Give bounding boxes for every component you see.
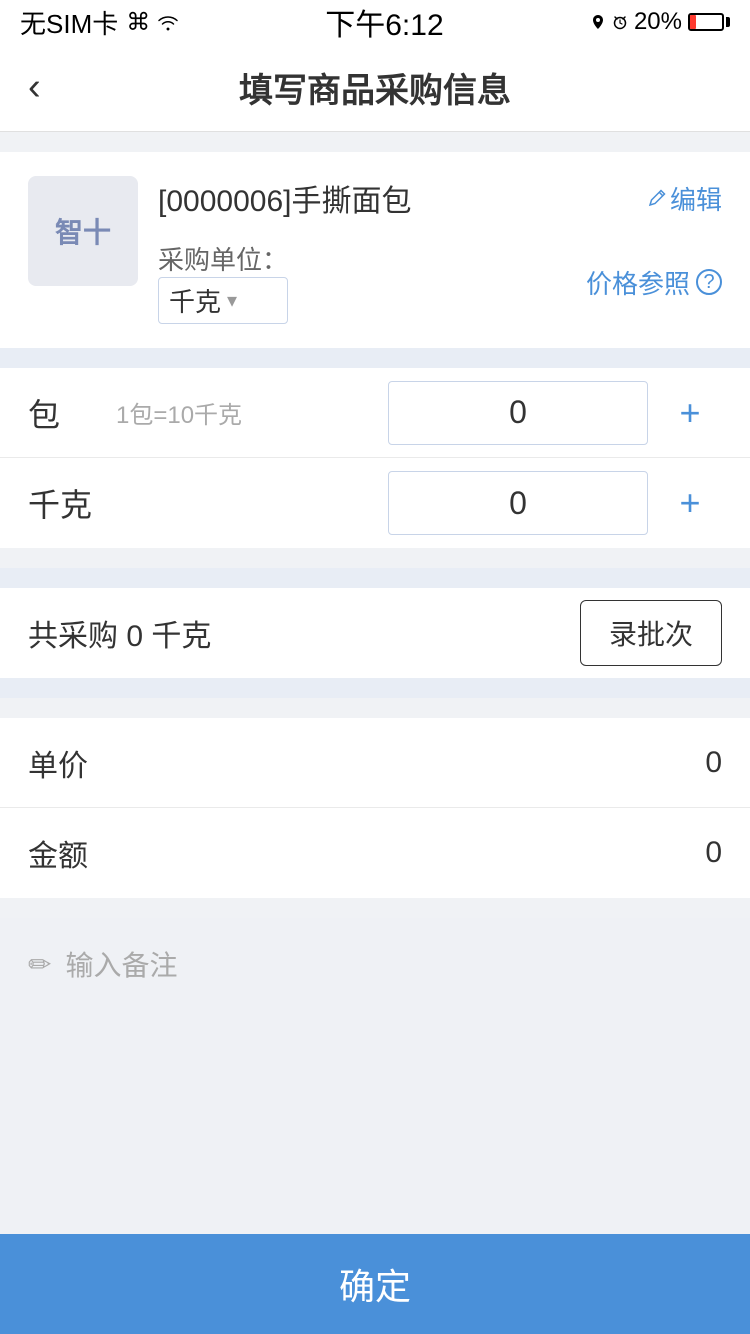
package-sub-label: 1包=10千克 bbox=[116, 395, 242, 430]
kilogram-label: 千克 bbox=[28, 480, 108, 526]
amount-value: 0 bbox=[705, 836, 722, 870]
quantity-input-section: 包 1包=10千克 0 + 千克 0 + bbox=[0, 368, 750, 548]
battery-icon bbox=[688, 13, 730, 31]
confirm-label: 确定 bbox=[339, 1258, 411, 1310]
price-ref-label: 价格参照 bbox=[586, 264, 690, 301]
product-image: 智十 bbox=[28, 176, 138, 286]
unit-row: 采购单位： 千克 ▾ 价格参照 ? bbox=[158, 240, 722, 324]
carrier-text: 无SIM卡 bbox=[20, 4, 118, 41]
package-plus-button[interactable]: + bbox=[658, 381, 722, 445]
unit-label: 采购单位： bbox=[158, 245, 288, 275]
status-bar: 无SIM卡 ⌘ 下午6:12 20% bbox=[0, 0, 750, 44]
unit-price-value: 0 bbox=[705, 746, 722, 780]
product-logo: 智十 bbox=[55, 211, 111, 251]
price-section: 单价 0 金额 0 bbox=[0, 718, 750, 898]
page-title: 填写商品采购信息 bbox=[239, 63, 511, 112]
wifi-icon: ⌘ bbox=[126, 8, 179, 37]
edit-button[interactable]: 编辑 bbox=[648, 180, 722, 217]
kilogram-value[interactable]: 0 bbox=[388, 471, 648, 535]
kilogram-plus-button[interactable]: + bbox=[658, 471, 722, 535]
product-full-name: [0000006]手撕面包 bbox=[158, 176, 411, 220]
unit-price-row: 单价 0 bbox=[0, 718, 750, 808]
package-label: 包 bbox=[28, 390, 108, 436]
notes-placeholder: 输入备注 bbox=[65, 944, 177, 984]
package-value[interactable]: 0 bbox=[388, 381, 648, 445]
section-divider-3 bbox=[0, 678, 750, 698]
summary-row: 共采购 0 千克 录批次 bbox=[0, 588, 750, 678]
product-card: 智十 [0000006]手撕面包 编辑 采购单位： 千克 ▾ 价格参照 bbox=[0, 152, 750, 348]
notes-section[interactable]: ✏ 输入备注 bbox=[0, 918, 750, 1010]
battery-percent: 20% bbox=[634, 8, 682, 36]
unit-label-group: 采购单位： 千克 ▾ bbox=[158, 240, 288, 324]
amount-row: 金额 0 bbox=[0, 808, 750, 898]
confirm-button[interactable]: 确定 bbox=[0, 1234, 750, 1334]
product-name-row: [0000006]手撕面包 编辑 bbox=[158, 176, 722, 220]
amount-label: 金额 bbox=[28, 831, 705, 875]
section-divider-1 bbox=[0, 348, 750, 368]
alarm-icon bbox=[612, 14, 628, 30]
unit-select-button[interactable]: 千克 ▾ bbox=[158, 277, 288, 324]
summary-text: 共采购 0 千克 bbox=[28, 611, 580, 655]
section-divider-2 bbox=[0, 568, 750, 588]
status-left: 无SIM卡 ⌘ bbox=[20, 4, 179, 41]
summary-section: 共采购 0 千克 录批次 bbox=[0, 568, 750, 698]
unit-price-label: 单价 bbox=[28, 741, 705, 785]
pencil-icon: ✏ bbox=[28, 948, 51, 981]
back-button[interactable]: ‹ bbox=[28, 66, 41, 109]
help-icon: ? bbox=[696, 269, 722, 295]
nav-bar: ‹ 填写商品采购信息 bbox=[0, 44, 750, 132]
status-time: 下午6:12 bbox=[325, 0, 443, 44]
edit-icon bbox=[648, 189, 666, 207]
unit-arrow-icon: ▾ bbox=[227, 288, 237, 313]
product-info: [0000006]手撕面包 编辑 采购单位： 千克 ▾ 价格参照 ? bbox=[158, 176, 722, 324]
package-input-row: 包 1包=10千克 0 + bbox=[0, 368, 750, 458]
unit-value: 千克 bbox=[169, 282, 221, 319]
record-batch-button[interactable]: 录批次 bbox=[580, 600, 722, 666]
price-reference-button[interactable]: 价格参照 ? bbox=[586, 264, 722, 301]
status-right: 20% bbox=[590, 8, 730, 36]
kilogram-input-row: 千克 0 + bbox=[0, 458, 750, 548]
location-icon bbox=[590, 14, 606, 30]
